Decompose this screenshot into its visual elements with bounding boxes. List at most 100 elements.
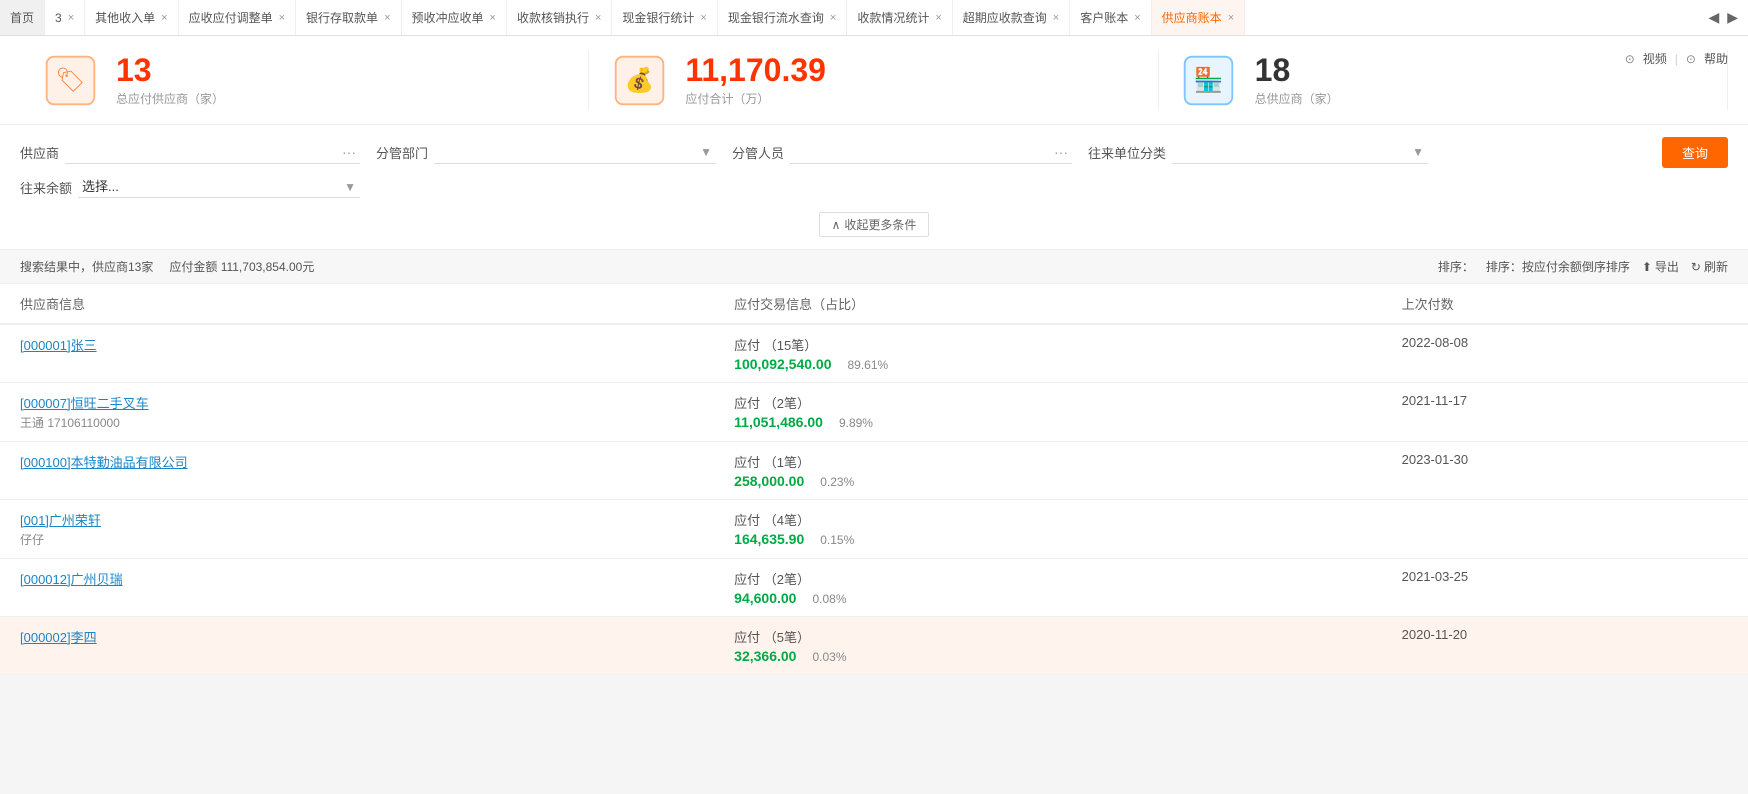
result-info-2: 应付金额 111,703,854.00元 (169, 258, 314, 275)
nav-receipt-stat[interactable]: 收款情况统计 × (847, 0, 952, 35)
refresh-icon: ↻ (1691, 260, 1701, 274)
payable-amount-5[interactable]: 32,366.00 (734, 648, 796, 664)
refresh-btn[interactable]: ↻ 刷新 (1691, 258, 1728, 275)
close-ar-ap-icon[interactable]: × (279, 12, 285, 24)
nav-tab3[interactable]: 3 × (45, 0, 85, 35)
sort-value[interactable]: 排序：按应付余额倒序排序 (1486, 258, 1630, 275)
svg-text:🏪: 🏪 (1194, 65, 1224, 93)
supplier-input[interactable] (65, 142, 360, 163)
close-overdue-ar-icon[interactable]: × (1053, 12, 1059, 24)
nav-pre-receive[interactable]: 预收冲应收单 × (402, 0, 507, 35)
refresh-label: 刷新 (1704, 258, 1728, 275)
filter-item-balance: 往来余额 选择... ▼ (20, 176, 360, 198)
help-link[interactable]: 帮助 (1704, 50, 1728, 67)
close-receipt-verify-icon[interactable]: × (595, 12, 601, 24)
table-row: [000001]张三应付 （15笔）100,092,540.0089.61%20… (0, 324, 1748, 383)
nav-cash-bank-flow-label: 现金银行流水查询 (728, 9, 824, 26)
payable-cell-2: 应付 （1笔）258,000.000.23% (714, 442, 1381, 500)
payable-pct-4: 0.08% (812, 592, 846, 606)
stat-number-total-suppliers: 18 (1255, 54, 1339, 86)
table-row: [000100]本特勤油品有限公司 应付 （1笔）258,000.000.23%2… (0, 442, 1748, 500)
nav-home[interactable]: 首页 (0, 0, 45, 35)
col-last-payment: 上次付数 (1382, 284, 1748, 324)
close-pre-receive-icon[interactable]: × (490, 12, 496, 24)
balance-select[interactable]: 选择... (78, 176, 360, 197)
payable-amount-0[interactable]: 100,092,540.00 (734, 356, 831, 372)
supplier-input-wrap: ··· (65, 142, 360, 164)
nav-bank-deposit[interactable]: 银行存取款单 × (296, 0, 401, 35)
payable-amount-3[interactable]: 164,635.90 (734, 531, 804, 547)
last-payment-cell-3 (1382, 500, 1748, 559)
result-actions: 排序： 排序：按应付余额倒序排序 ⬆ 导出 ↻ 刷新 (1438, 258, 1728, 275)
supplier-link-1[interactable]: [000007]恒旺二手叉车 (20, 396, 149, 411)
nav-supplier-book[interactable]: 供应商账本 × (1152, 0, 1245, 35)
nav-cash-bank-stat[interactable]: 现金银行统计 × (612, 0, 717, 35)
stat-label-suppliers: 总应付供应商（家） (116, 90, 224, 107)
close-cash-bank-flow-icon[interactable]: × (830, 12, 836, 24)
supplier-link-2[interactable]: [000100]本特勤油品有限公司 (20, 455, 188, 470)
supplier-link-4[interactable]: [000012]广州贝瑞 (20, 572, 123, 587)
data-table-wrap: 供应商信息 应付交易信息（占比） 上次付数 [000001]张三应付 （15笔）… (0, 284, 1748, 675)
category-select[interactable] (1172, 142, 1428, 163)
nav-pre-receive-label: 预收冲应收单 (412, 9, 484, 26)
nav-receipt-verify[interactable]: 收款核销执行 × (507, 0, 612, 35)
payable-amount-row-4: 94,600.00 0.08% (734, 588, 1361, 606)
nav-customer-book[interactable]: 客户账本 × (1070, 0, 1151, 35)
last-payment-cell-0: 2022-08-08 (1382, 324, 1748, 383)
close-other-income-icon[interactable]: × (161, 12, 167, 24)
top-nav: 首页 3 × 其他收入单 × 应收应付调整单 × 银行存取款单 × 预收冲应收单… (0, 0, 1748, 36)
query-button[interactable]: 查询 (1662, 137, 1728, 168)
nav-cash-bank-stat-label: 现金银行统计 (622, 9, 694, 26)
table-row: [000002]李四应付 （5笔）32,366.000.03%2020-11-2… (0, 617, 1748, 675)
svg-text:💰: 💰 (624, 65, 654, 93)
payable-count-4: 应付 （2笔） (734, 569, 1361, 588)
payable-amount-row-3: 164,635.90 0.15% (734, 529, 1361, 547)
help-icon: ⊙ (1686, 52, 1696, 66)
supplier-link-5[interactable]: [000002]李四 (20, 630, 97, 645)
filter-row-2: 往来余额 选择... ▼ (20, 176, 1728, 198)
department-select-wrap: ▼ (434, 142, 716, 164)
collapse-up-icon: ∧ (832, 218, 841, 232)
payable-amount-4[interactable]: 94,600.00 (734, 590, 796, 606)
close-cash-bank-stat-icon[interactable]: × (700, 12, 706, 24)
close-supplier-book-icon[interactable]: × (1228, 12, 1234, 24)
nav-receipt-verify-label: 收款核销执行 (517, 9, 589, 26)
stat-info-total-suppliers: 18 总供应商（家） (1255, 54, 1339, 107)
collapse-label: 收起更多条件 (844, 216, 916, 233)
video-link[interactable]: 视频 (1643, 50, 1667, 67)
supplier-link-0[interactable]: [000001]张三 (20, 338, 97, 353)
payable-amount-row-0: 100,092,540.0089.61% (734, 354, 1361, 372)
nav-overdue-ar[interactable]: 超期应收款查询 × (953, 0, 1070, 35)
collapse-button[interactable]: ∧ 收起更多条件 (819, 212, 930, 237)
nav-home-label: 首页 (10, 9, 34, 26)
close-customer-book-icon[interactable]: × (1134, 12, 1140, 24)
supplier-cell-1: [000007]恒旺二手叉车王通 17106110000 (0, 383, 714, 442)
stat-block-suppliers: 🏷 13 总应付供应商（家） (20, 50, 589, 110)
nav-receipt-stat-label: 收款情况统计 (857, 9, 929, 26)
payable-amount-1[interactable]: 11,051,486.00 (734, 414, 823, 430)
nav-arrow-right[interactable]: ▶ (1723, 9, 1742, 26)
nav-arrow-left[interactable]: ◀ (1704, 9, 1723, 26)
last-payment-cell-4: 2021-03-25 (1382, 559, 1748, 617)
result-info: 搜索结果中，供应商13家 应付金额 111,703,854.00元 (20, 258, 314, 275)
payable-cell-1: 应付 （2笔）11,051,486.009.89% (714, 383, 1381, 442)
supplier-dots-icon[interactable]: ··· (342, 144, 356, 160)
close-bank-icon[interactable]: × (384, 12, 390, 24)
department-select[interactable] (434, 142, 716, 163)
close-tab3-icon[interactable]: × (68, 12, 74, 24)
nav-cash-bank-flow[interactable]: 现金银行流水查询 × (718, 0, 847, 35)
nav-supplier-book-label: 供应商账本 (1162, 9, 1222, 26)
nav-other-income[interactable]: 其他收入单 × (85, 0, 178, 35)
person-dots-icon[interactable]: ··· (1054, 144, 1068, 160)
payable-amount-2[interactable]: 258,000.00 (734, 473, 804, 489)
person-input[interactable] (790, 142, 1072, 163)
supplier-cell-5: [000002]李四 (0, 617, 714, 675)
supplier-link-3[interactable]: [001]广州荣轩 (20, 513, 101, 528)
nav-ar-ap-adjust[interactable]: 应收应付调整单 × (179, 0, 296, 35)
balance-label: 往来余额 (20, 178, 72, 197)
payable-amount-row-1: 11,051,486.009.89% (734, 412, 1361, 430)
payable-pct-3: 0.15% (820, 533, 854, 547)
close-receipt-stat-icon[interactable]: × (935, 12, 941, 24)
export-btn[interactable]: ⬆ 导出 (1642, 258, 1679, 275)
sort-label: 排序： (1438, 258, 1474, 275)
